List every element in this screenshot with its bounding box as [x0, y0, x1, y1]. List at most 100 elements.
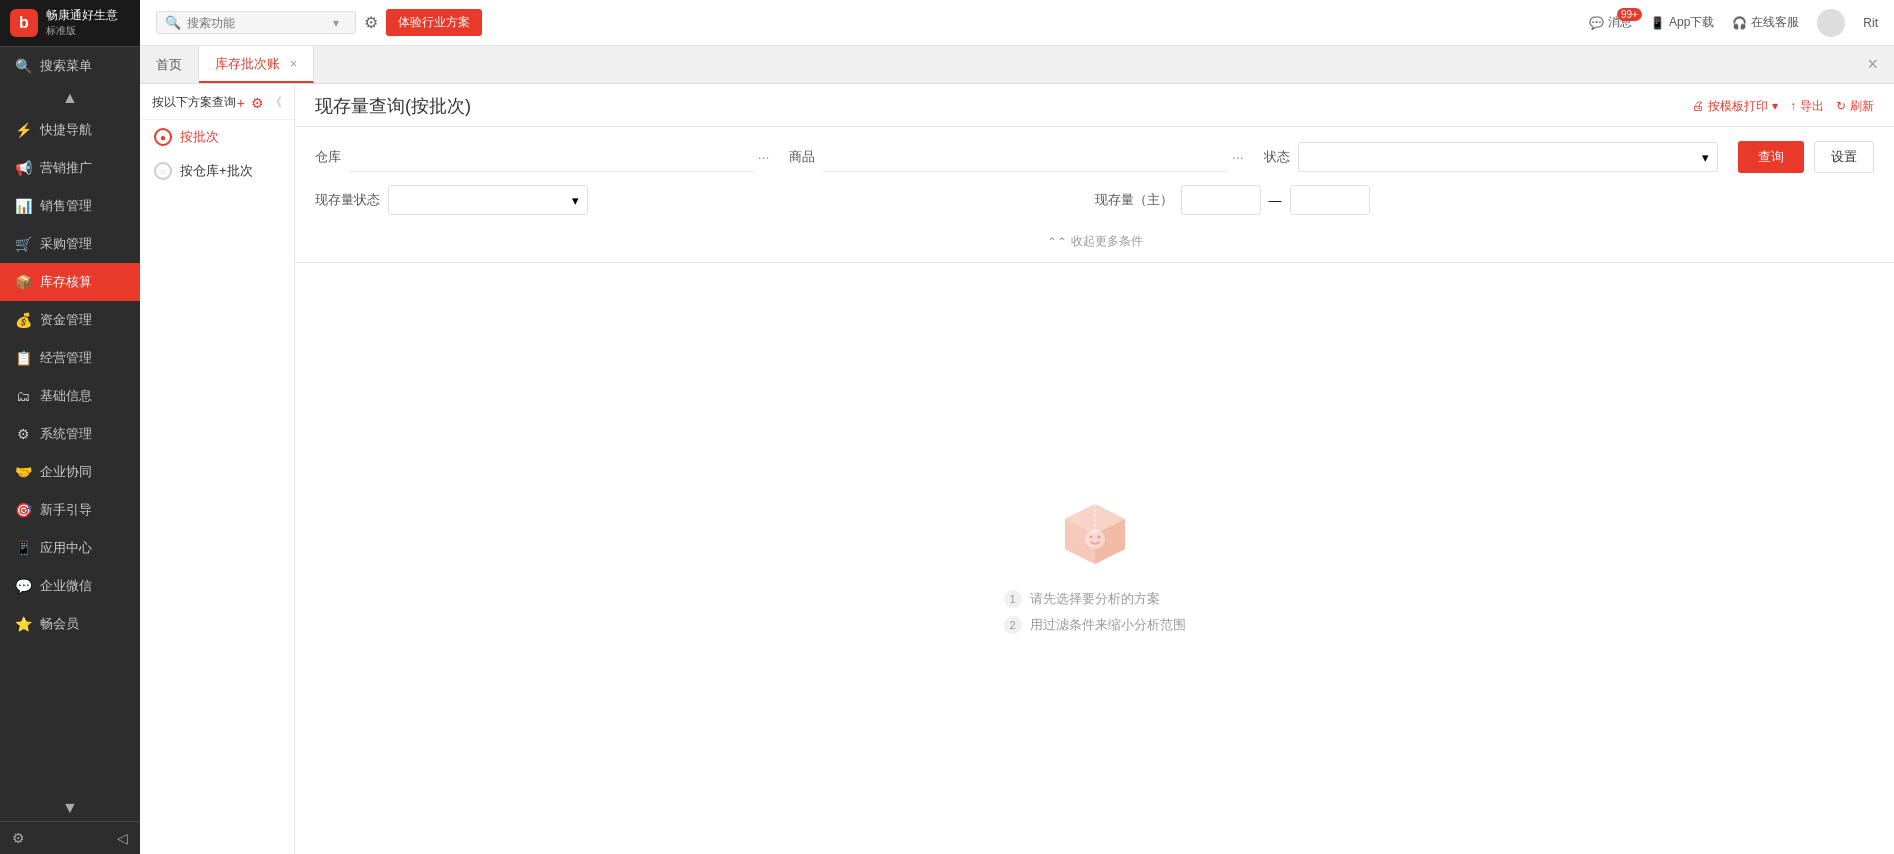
- sidebar-item-label: 企业微信: [40, 577, 92, 595]
- scheme-settings-btn[interactable]: ⚙: [251, 95, 264, 111]
- sidebar-item-purchase[interactable]: 🛒 采购管理: [0, 225, 140, 263]
- empty-illustration: [1050, 484, 1140, 574]
- sidebar-scroll-down[interactable]: ▼: [0, 795, 140, 821]
- experience-btn[interactable]: 体验行业方案: [386, 9, 482, 36]
- sidebar-item-operation[interactable]: 📋 经营管理: [0, 339, 140, 377]
- chevron-up-icon: ⌃⌃: [1047, 235, 1067, 249]
- sidebar-settings-icon[interactable]: ⚙: [12, 830, 25, 846]
- topbar-search-input[interactable]: [187, 16, 327, 30]
- app-edition: 标准版: [46, 24, 118, 38]
- refresh-btn[interactable]: ↻ 刷新: [1836, 98, 1874, 115]
- export-btn-label: 导出: [1800, 98, 1824, 115]
- sidebar: b 畅康通好生意 标准版 🔍 搜索菜单 ▲ ⚡ 快捷导航 📢 营销推广 📊 销售…: [0, 0, 140, 854]
- topbar: 🔍 ▾ ⚙ 体验行业方案 💬 消息 99+ 📱 App下载 🎧 在线客服 Ri: [140, 0, 1894, 46]
- sidebar-item-label: 系统管理: [40, 425, 92, 443]
- stock-status-select[interactable]: ▾: [388, 185, 588, 215]
- sidebar-item-label: 应用中心: [40, 539, 92, 557]
- app-center-icon: 📱: [14, 539, 32, 557]
- filter-stock-status: 现存量状态 ▾: [315, 185, 1075, 215]
- export-btn[interactable]: ↑ 导出: [1790, 98, 1824, 115]
- status-arrow-icon: ▾: [1702, 150, 1709, 165]
- panel-collapse-btn[interactable]: 《: [270, 94, 282, 111]
- sidebar-item-enterprise[interactable]: 🤝 企业协同: [0, 453, 140, 491]
- tab-inventory-close[interactable]: ×: [290, 57, 297, 71]
- stock-qty-label: 现存量（主）: [1095, 191, 1173, 209]
- app-info: 畅康通好生意 标准版: [46, 8, 118, 38]
- warehouse-input[interactable]: [349, 142, 754, 172]
- topbar-online-service[interactable]: 🎧 在线客服: [1732, 14, 1799, 31]
- sidebar-item-system[interactable]: ⚙ 系统管理: [0, 415, 140, 453]
- sidebar-item-sales[interactable]: 📊 销售管理: [0, 187, 140, 225]
- filter-stock-qty: 现存量（主） —: [1095, 185, 1855, 215]
- add-scheme-btn[interactable]: +: [237, 95, 245, 111]
- sidebar-item-inventory[interactable]: 📦 库存核算: [0, 263, 140, 301]
- sidebar-collapse-icon[interactable]: ◁: [117, 830, 128, 846]
- sidebar-search[interactable]: 🔍 搜索菜单: [0, 47, 140, 85]
- app-icon: 📱: [1650, 16, 1665, 30]
- sidebar-item-base[interactable]: 🗂 基础信息: [0, 377, 140, 415]
- scheme-by-batch[interactable]: ● 按批次: [140, 120, 294, 154]
- tab-inventory-label: 库存批次账: [215, 55, 280, 73]
- tab-home-label: 首页: [156, 56, 182, 74]
- status-label: 状态: [1264, 148, 1290, 166]
- topbar-right: 💬 消息 99+ 📱 App下载 🎧 在线客服 Rit: [1589, 9, 1878, 37]
- sidebar-item-marketing[interactable]: 📢 营销推广: [0, 149, 140, 187]
- print-icon: 🖨: [1692, 99, 1704, 113]
- product-input[interactable]: [823, 142, 1228, 172]
- print-btn-label: 按模板打印: [1708, 98, 1768, 115]
- print-btn[interactable]: 🖨 按模板打印 ▾: [1692, 98, 1778, 115]
- sidebar-item-finance[interactable]: 💰 资金管理: [0, 301, 140, 339]
- scheme-by-warehouse-batch-label: 按仓库+批次: [180, 162, 253, 180]
- app-logo: b: [10, 9, 38, 37]
- tip-num-1: 1: [1004, 590, 1022, 608]
- topbar-messages[interactable]: 💬 消息 99+: [1589, 14, 1632, 31]
- topbar-search-dropdown[interactable]: ▾: [333, 16, 339, 30]
- sales-icon: 📊: [14, 197, 32, 215]
- topbar-avatar[interactable]: [1817, 9, 1845, 37]
- sidebar-item-wechat[interactable]: 💬 企业微信: [0, 567, 140, 605]
- main-area: 🔍 ▾ ⚙ 体验行业方案 💬 消息 99+ 📱 App下载 🎧 在线客服 Ri: [140, 0, 1894, 854]
- print-dropdown-icon: ▾: [1772, 99, 1778, 113]
- sidebar-scroll-up[interactable]: ▲: [0, 85, 140, 111]
- tab-home[interactable]: 首页: [140, 46, 199, 83]
- empty-tips: 1 请先选择要分析的方案 2 用过滤条件来缩小分析范围: [1004, 590, 1186, 634]
- search-icon: 🔍: [14, 57, 32, 75]
- query-btn[interactable]: 查询: [1738, 141, 1804, 173]
- sidebar-item-label: 库存核算: [40, 273, 92, 291]
- export-icon: ↑: [1790, 99, 1796, 113]
- filter-row-2: 现存量状态 ▾ 现存量（主） —: [315, 185, 1874, 215]
- sidebar-item-quick-nav[interactable]: ⚡ 快捷导航: [0, 111, 140, 149]
- topbar-gear-icon[interactable]: ⚙: [364, 13, 378, 32]
- tab-inventory[interactable]: 库存批次账 ×: [199, 46, 314, 83]
- tip-text-2: 用过滤条件来缩小分析范围: [1030, 616, 1186, 634]
- stock-qty-to[interactable]: [1290, 185, 1370, 215]
- topbar-username[interactable]: Rit: [1863, 16, 1878, 30]
- left-panel-title: 按以下方案查询: [152, 94, 236, 111]
- sidebar-item-member[interactable]: ⭐ 畅会员: [0, 605, 140, 643]
- sidebar-item-newbie[interactable]: 🎯 新手引导: [0, 491, 140, 529]
- collapse-more-btn[interactable]: ⌃⌃ 收起更多条件: [315, 227, 1874, 252]
- topbar-app-download[interactable]: 📱 App下载: [1650, 14, 1714, 31]
- status-select[interactable]: ▾: [1298, 142, 1718, 172]
- collapse-label: 收起更多条件: [1071, 233, 1143, 250]
- app-title: 畅康通好生意: [46, 8, 118, 24]
- tip-num-2: 2: [1004, 616, 1022, 634]
- wechat-icon: 💬: [14, 577, 32, 595]
- topbar-search-box[interactable]: 🔍 ▾: [156, 11, 356, 34]
- svg-point-7: [1097, 535, 1100, 538]
- filter-action-btns: 查询 设置: [1738, 141, 1874, 173]
- scheme-by-warehouse-batch[interactable]: ○ 按仓库+批次: [140, 154, 294, 188]
- settings-btn[interactable]: 设置: [1814, 141, 1874, 173]
- page-header-actions: 🖨 按模板打印 ▾ ↑ 导出 ↻ 刷新: [1692, 98, 1874, 115]
- sidebar-nav: ⚡ 快捷导航 📢 营销推广 📊 销售管理 🛒 采购管理 📦 库存核算 💰 资金管…: [0, 111, 140, 795]
- tabs-close-all[interactable]: ×: [1867, 54, 1878, 75]
- purchase-icon: 🛒: [14, 235, 32, 253]
- product-more[interactable]: ···: [1232, 149, 1244, 165]
- filter-status: 状态 ▾: [1264, 142, 1718, 172]
- sidebar-item-label: 快捷导航: [40, 121, 92, 139]
- left-panel-actions: + ⚙ 《: [237, 94, 282, 111]
- stock-qty-from[interactable]: [1181, 185, 1261, 215]
- stock-status-label: 现存量状态: [315, 191, 380, 209]
- warehouse-more[interactable]: ···: [758, 149, 770, 165]
- sidebar-item-app-center[interactable]: 📱 应用中心: [0, 529, 140, 567]
